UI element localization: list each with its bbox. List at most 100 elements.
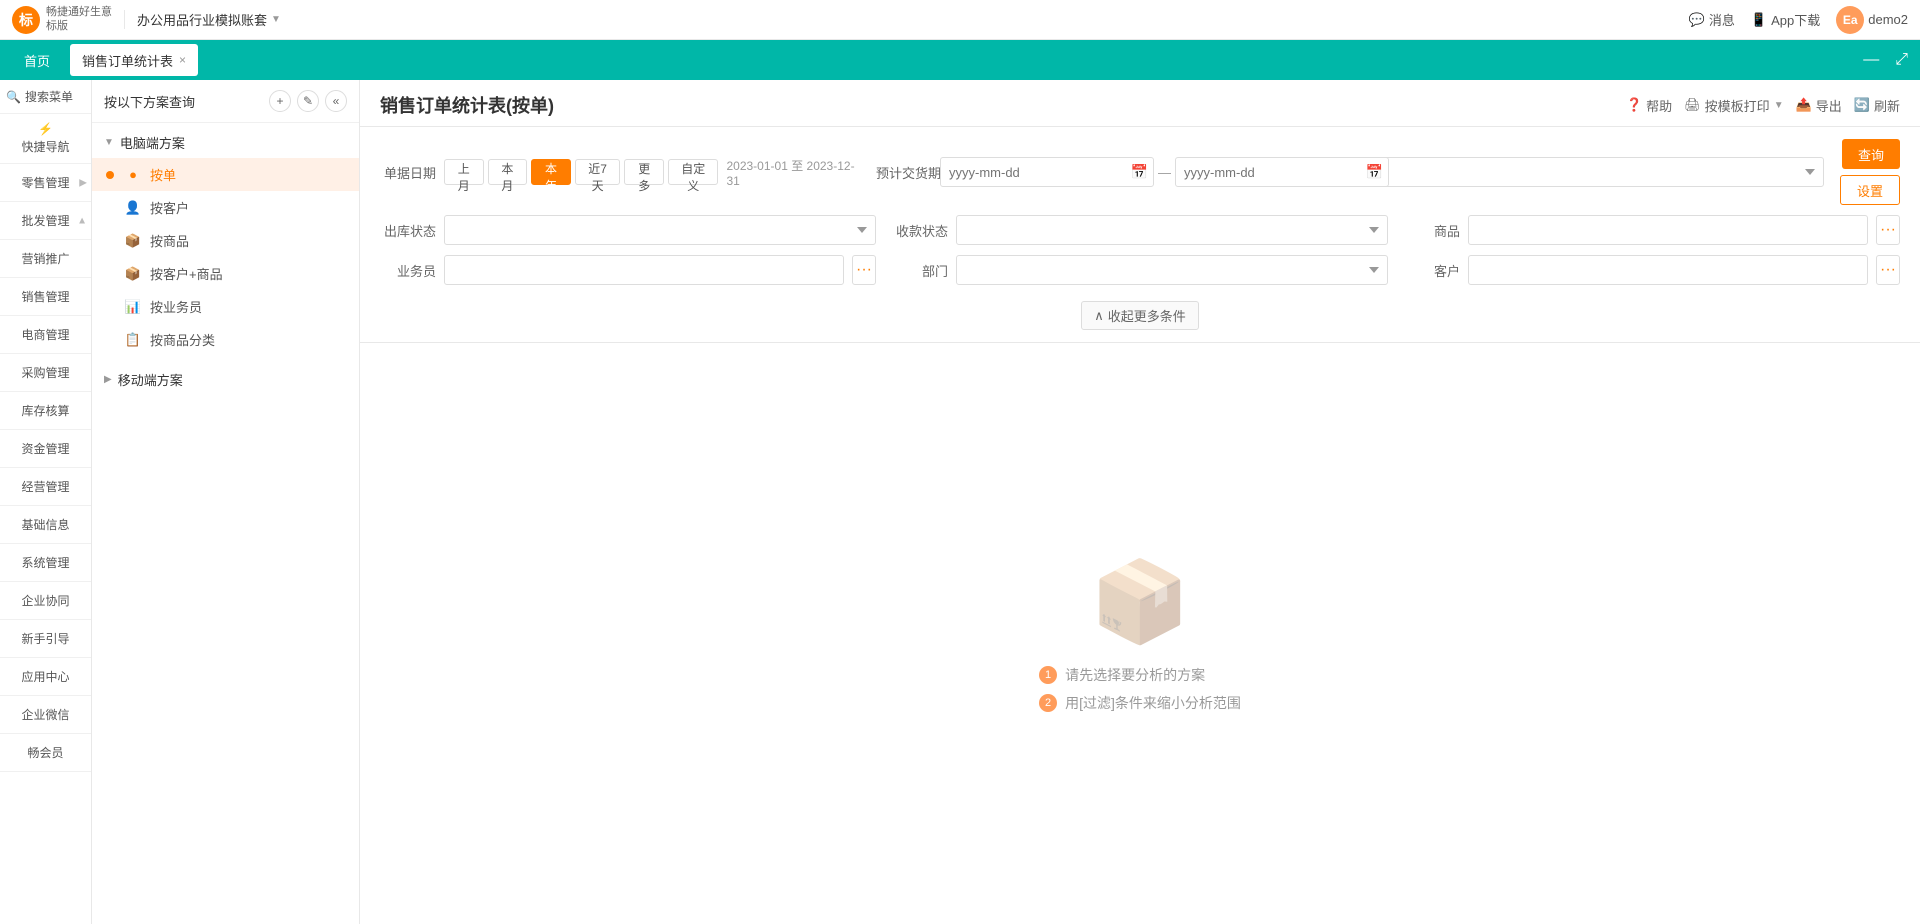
chevron-up-icon: ▲ [77,215,87,226]
help-icon: ❓ [1626,97,1642,113]
minimize-icon[interactable]: — [1859,47,1883,73]
filter-customer-label: 客户 [1404,261,1460,280]
maximize-icon[interactable]: ⤢ [1891,47,1912,73]
logo-icon: 标 [12,6,40,34]
scheme-item-by-customer[interactable]: 👤 按客户 [92,191,359,224]
filter-customer-input[interactable] [1468,255,1868,285]
sidebar-item-ecommerce[interactable]: 电商管理 [0,316,91,354]
help-button[interactable]: ❓ 帮助 [1626,96,1672,115]
scheme-item-by-staff[interactable]: 📊 按业务员 [92,290,359,323]
app-label: App下载 [1771,10,1820,29]
sidebar-item-purchase[interactable]: 采购管理 [0,354,91,392]
sidebar-item-retail[interactable]: 零售管理 ▶ [0,164,91,202]
scheme-group-mobile[interactable]: ▶ 移动端方案 [92,364,359,395]
scheme-item-by-goods-label: 按商品 [150,231,189,250]
sidebar-item-guide[interactable]: 新手引导 [0,620,91,658]
collapse-filters-button[interactable]: ∧ 收起更多条件 [1081,301,1199,330]
period-btn-this-month[interactable]: 本月 [488,159,528,185]
refresh-button[interactable]: 🔄 刷新 [1854,96,1900,115]
edit-scheme-button[interactable]: ✎ [297,90,319,112]
sidebar-search[interactable]: 🔍 搜索菜单 [0,80,91,114]
app-download-button[interactable]: 📱 App下载 [1751,10,1820,29]
sidebar-item-inventory[interactable]: 库存核算 [0,392,91,430]
sidebar-item-apps[interactable]: 应用中心 [0,658,91,696]
export-icon: 📤 [1796,97,1812,113]
sidebar-item-enterprise[interactable]: 企业协同 [0,582,91,620]
print-button[interactable]: 🖨 按模板打印 ▼ [1684,96,1783,115]
period-btn-7days[interactable]: 近7天 [575,159,621,185]
sidebar-item-marketing[interactable]: 营销推广 [0,240,91,278]
filter-dept-field: 部门 [892,255,1388,285]
sidebar-item-wechat[interactable]: 企业微信 [0,696,91,734]
filter-area: 单据日期 上月 本月 本年 近7天 更多 自定义 2023-01-01 至 20… [360,127,1920,343]
sidebar-item-basic-info[interactable]: 基础信息 [0,506,91,544]
export-label: 导出 [1816,96,1842,115]
filter-status-select[interactable] [1356,157,1824,187]
query-button[interactable]: 查询 [1842,139,1900,169]
period-btn-more[interactable]: 更多 [624,159,664,185]
filter-collection-select[interactable] [956,215,1388,245]
filter-collection-label: 收款状态 [892,221,948,240]
sidebar-quick-nav[interactable]: ⚡ 快捷导航 [0,114,91,164]
filter-goods-field: 商品 ··· [1404,215,1900,245]
sidebar-item-wholesale-label: 批发管理 [21,212,69,229]
filter-row-2: 出库状态 收款状态 商品 [380,215,1900,245]
settings-button[interactable]: 设置 [1840,175,1900,205]
add-scheme-button[interactable]: + [269,90,291,112]
filter-out-status-select[interactable] [444,215,876,245]
left-panel-header: 按以下方案查询 + ✎ « [92,80,359,123]
staff-more-button[interactable]: ··· [852,255,876,285]
expected-date-end-input[interactable] [1175,157,1389,187]
sidebar-item-sales[interactable]: 销售管理 [0,278,91,316]
scheme-item-by-customer-goods[interactable]: 📦 按客户+商品 [92,257,359,290]
top-bar-right: 💬 消息 📱 App下载 Ea demo2 [1689,6,1908,34]
export-button[interactable]: 📤 导出 [1796,96,1842,115]
period-btn-this-year[interactable]: 本年 [531,159,571,185]
workspace-label: 办公用品行业模拟账套 [137,10,267,29]
date-range-text: 2023-01-01 至 2023-12-31 [726,157,860,188]
message-label: 消息 [1709,10,1735,29]
scheme-item-by-goods[interactable]: 📦 按商品 [92,224,359,257]
refresh-icon: 🔄 [1854,97,1870,113]
expected-date-start-input[interactable] [940,157,1154,187]
filter-goods-input[interactable] [1468,215,1868,245]
goods-more-button[interactable]: ··· [1876,215,1900,245]
filter-row-3: 业务员 ··· 部门 客户 · [380,255,1900,285]
filter-staff-input[interactable] [444,255,844,285]
filter-dept-select[interactable] [956,255,1388,285]
sidebar-item-guide-label: 新手引导 [21,630,69,647]
filter-dept-label: 部门 [892,261,948,280]
collapse-panel-button[interactable]: « [325,90,347,112]
sidebar-item-vip[interactable]: 畅会员 [0,734,91,772]
expected-date-range: 📅 — 📅 [940,157,1389,187]
period-btn-last-month[interactable]: 上月 [444,159,484,185]
customer-icon: 👤 [124,199,142,217]
message-button[interactable]: 💬 消息 [1689,10,1735,29]
sidebar-item-wholesale[interactable]: 批发管理 ▲ [0,202,91,240]
empty-hint-1: 1 请先选择要分析的方案 [1039,665,1241,685]
workspace-selector[interactable]: 办公用品行业模拟账套 ▼ [124,10,281,29]
expected-date-start-wrap: 📅 [940,157,1154,187]
sidebar-item-finance[interactable]: 资金管理 [0,430,91,468]
tab-sales-order[interactable]: 销售订单统计表 × [70,44,198,76]
category-icon: 📋 [124,331,142,349]
scheme-item-by-order[interactable]: ● 按单 [92,158,359,191]
user-profile[interactable]: Ea demo2 [1836,6,1908,34]
filter-date-field: 单据日期 上月 本月 本年 近7天 更多 自定义 2023-01-01 至 20… [380,157,860,188]
scheme-item-by-category[interactable]: 📋 按商品分类 [92,323,359,356]
tab-home[interactable]: 首页 [8,44,66,76]
scheme-group-pc[interactable]: ▼ 电脑端方案 [92,127,359,158]
empty-hints: 1 请先选择要分析的方案 2 用[过滤]条件来缩小分析范围 [1039,665,1241,713]
sidebar-item-system[interactable]: 系统管理 [0,544,91,582]
sidebar-item-inventory-label: 库存核算 [21,402,69,419]
date-period-buttons: 上月 本月 本年 近7天 更多 自定义 [444,159,718,185]
sidebar-item-operations-label: 经营管理 [21,478,69,495]
help-label: 帮助 [1646,96,1672,115]
tab-close-icon[interactable]: × [179,53,186,67]
period-btn-custom[interactable]: 自定义 [668,159,718,185]
sidebar-item-operations[interactable]: 经营管理 [0,468,91,506]
chevron-right-icon: ▶ [104,374,112,385]
customer-more-button[interactable]: ··· [1876,255,1900,285]
filter-goods-label: 商品 [1404,221,1460,240]
page-title: 销售订单统计表(按单) [380,92,554,118]
